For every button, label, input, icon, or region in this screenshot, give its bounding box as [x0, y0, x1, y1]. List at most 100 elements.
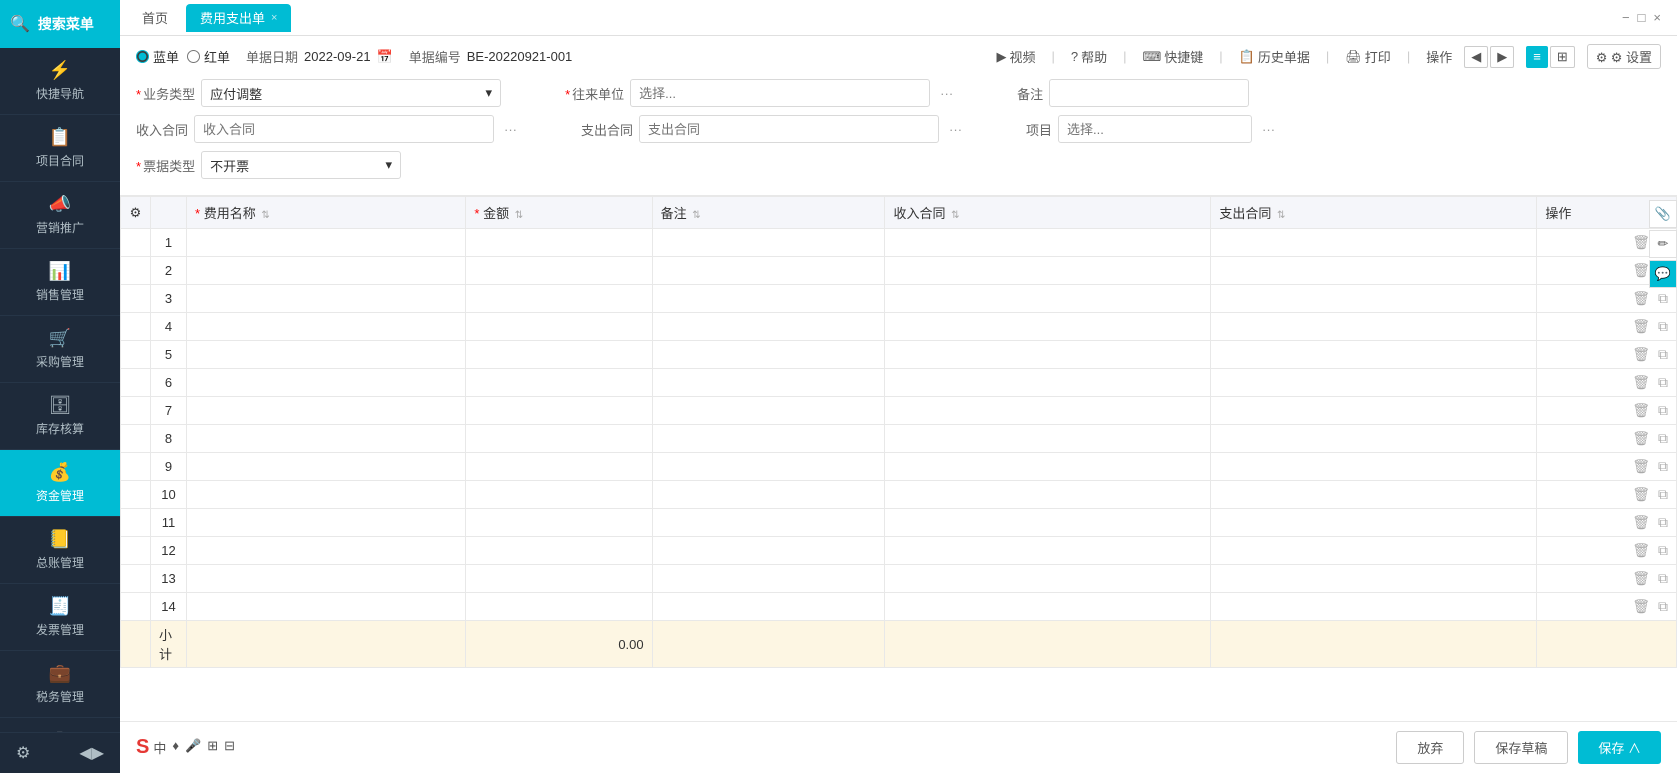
row-amount-cell[interactable]: [466, 453, 652, 481]
copy-row-icon[interactable]: ⧉: [1658, 402, 1668, 419]
col-expense-name[interactable]: * 费用名称 ⇅: [187, 197, 466, 229]
delete-row-icon[interactable]: 🗑: [1632, 290, 1650, 307]
row-expense-name-cell[interactable]: [187, 313, 466, 341]
remarks-input[interactable]: [1049, 79, 1249, 107]
delete-row-icon[interactable]: 🗑: [1632, 598, 1650, 615]
project-input[interactable]: [1058, 115, 1252, 143]
save-draft-button[interactable]: 保存草稿: [1474, 731, 1568, 764]
row-amount-cell[interactable]: [466, 369, 652, 397]
row-expense-name-cell[interactable]: [187, 593, 466, 621]
row-notes-cell[interactable]: [652, 229, 885, 257]
row-amount-cell[interactable]: [466, 509, 652, 537]
row-notes-cell[interactable]: [652, 257, 885, 285]
delete-row-icon[interactable]: 🗑: [1632, 458, 1650, 475]
sort-icon-notes[interactable]: ⇅: [692, 210, 700, 221]
copy-row-icon[interactable]: ⧉: [1658, 458, 1668, 475]
row-notes-cell[interactable]: [652, 425, 885, 453]
sidebar-item-invoice[interactable]: 🧾 发票管理: [0, 584, 120, 651]
col-expense-contract[interactable]: 支出合同 ⇅: [1211, 197, 1537, 229]
row-expense-name-cell[interactable]: [187, 537, 466, 565]
row-expense-name-cell[interactable]: [187, 341, 466, 369]
partner-more-icon[interactable]: ···: [940, 86, 953, 101]
row-expense-contract-cell[interactable]: [1211, 229, 1537, 257]
copy-row-icon[interactable]: ⧉: [1658, 346, 1668, 363]
delete-row-icon[interactable]: 🗑: [1632, 402, 1650, 419]
row-notes-cell[interactable]: [652, 313, 885, 341]
sort-icon-expense-contract[interactable]: ⇅: [1277, 210, 1285, 221]
row-expense-contract-cell[interactable]: [1211, 453, 1537, 481]
row-income-contract-cell[interactable]: [885, 341, 1211, 369]
expense-contract-more-icon[interactable]: ···: [949, 122, 962, 137]
tab-home[interactable]: 首页: [128, 4, 182, 32]
window-max-icon[interactable]: □: [1638, 10, 1646, 25]
row-income-contract-cell[interactable]: [885, 425, 1211, 453]
row-notes-cell[interactable]: [652, 565, 885, 593]
row-notes-cell[interactable]: [652, 369, 885, 397]
sidebar-item-sales[interactable]: 📊 销售管理: [0, 249, 120, 316]
row-amount-cell[interactable]: [466, 257, 652, 285]
row-notes-cell[interactable]: [652, 509, 885, 537]
row-expense-name-cell[interactable]: [187, 369, 466, 397]
save-button[interactable]: 保存 ∧: [1578, 731, 1661, 764]
row-expense-contract-cell[interactable]: [1211, 397, 1537, 425]
row-expense-contract-cell[interactable]: [1211, 341, 1537, 369]
income-contract-input[interactable]: [194, 115, 494, 143]
row-expense-contract-cell[interactable]: [1211, 537, 1537, 565]
print-link[interactable]: 🖨 打印: [1345, 47, 1391, 66]
delete-row-icon[interactable]: 🗑: [1632, 318, 1650, 335]
volume-icon[interactable]: ◀▶: [79, 743, 104, 763]
sticky-chat-icon[interactable]: 💬: [1649, 260, 1677, 288]
row-expense-name-cell[interactable]: [187, 425, 466, 453]
sidebar-search-label[interactable]: 搜索菜单: [38, 14, 94, 34]
copy-row-icon[interactable]: ⧉: [1658, 290, 1668, 307]
delete-row-icon[interactable]: 🗑: [1632, 430, 1650, 447]
help-link[interactable]: ? 帮助: [1071, 47, 1107, 66]
nav-next-btn[interactable]: ▶: [1490, 46, 1514, 68]
col-notes[interactable]: 备注 ⇅: [652, 197, 885, 229]
sort-icon-amount[interactable]: ⇅: [515, 210, 523, 221]
view-grid-btn[interactable]: ⊞: [1550, 46, 1575, 68]
sidebar-item-quick-nav[interactable]: ⚡ 快捷导航: [0, 48, 120, 115]
row-notes-cell[interactable]: [652, 341, 885, 369]
delete-row-icon[interactable]: 🗑: [1632, 374, 1650, 391]
row-income-contract-cell[interactable]: [885, 257, 1211, 285]
delete-row-icon[interactable]: 🗑: [1632, 486, 1650, 503]
shortcuts-link[interactable]: ⌨ 快捷键: [1143, 47, 1204, 66]
row-income-contract-cell[interactable]: [885, 565, 1211, 593]
row-expense-contract-cell[interactable]: [1211, 313, 1537, 341]
row-expense-contract-cell[interactable]: [1211, 481, 1537, 509]
row-income-contract-cell[interactable]: [885, 229, 1211, 257]
row-amount-cell[interactable]: [466, 593, 652, 621]
row-expense-contract-cell[interactable]: [1211, 593, 1537, 621]
row-income-contract-cell[interactable]: [885, 453, 1211, 481]
row-notes-cell[interactable]: [652, 537, 885, 565]
delete-row-icon[interactable]: 🗑: [1632, 346, 1650, 363]
row-expense-name-cell[interactable]: [187, 453, 466, 481]
row-amount-cell[interactable]: [466, 397, 652, 425]
row-notes-cell[interactable]: [652, 285, 885, 313]
discard-button[interactable]: 放弃: [1396, 731, 1464, 764]
biz-type-select[interactable]: 应付调整 ▾: [201, 79, 501, 107]
col-settings[interactable]: ⚙: [121, 197, 151, 229]
sticky-clip-icon[interactable]: 📎: [1649, 200, 1677, 228]
delete-row-icon[interactable]: 🗑: [1632, 542, 1650, 559]
copy-row-icon[interactable]: ⧉: [1658, 318, 1668, 335]
delete-row-icon[interactable]: 🗑: [1632, 234, 1650, 251]
row-notes-cell[interactable]: [652, 593, 885, 621]
row-expense-name-cell[interactable]: [187, 481, 466, 509]
row-expense-name-cell[interactable]: [187, 285, 466, 313]
window-min-icon[interactable]: −: [1622, 10, 1630, 25]
row-amount-cell[interactable]: [466, 229, 652, 257]
settings-icon[interactable]: ⚙: [16, 743, 30, 763]
row-amount-cell[interactable]: [466, 313, 652, 341]
logo-icon-diamond[interactable]: ♦: [172, 738, 179, 757]
row-amount-cell[interactable]: [466, 285, 652, 313]
project-more-icon[interactable]: ···: [1262, 122, 1275, 137]
copy-row-icon[interactable]: ⧉: [1658, 514, 1668, 531]
income-contract-more-icon[interactable]: ···: [504, 122, 517, 137]
logo-icon-zhong[interactable]: 中: [153, 738, 166, 757]
copy-row-icon[interactable]: ⧉: [1658, 570, 1668, 587]
sidebar-item-tax[interactable]: 💼 税务管理: [0, 651, 120, 718]
logo-icon-minus-grid[interactable]: ⊟: [224, 738, 235, 757]
row-expense-name-cell[interactable]: [187, 565, 466, 593]
